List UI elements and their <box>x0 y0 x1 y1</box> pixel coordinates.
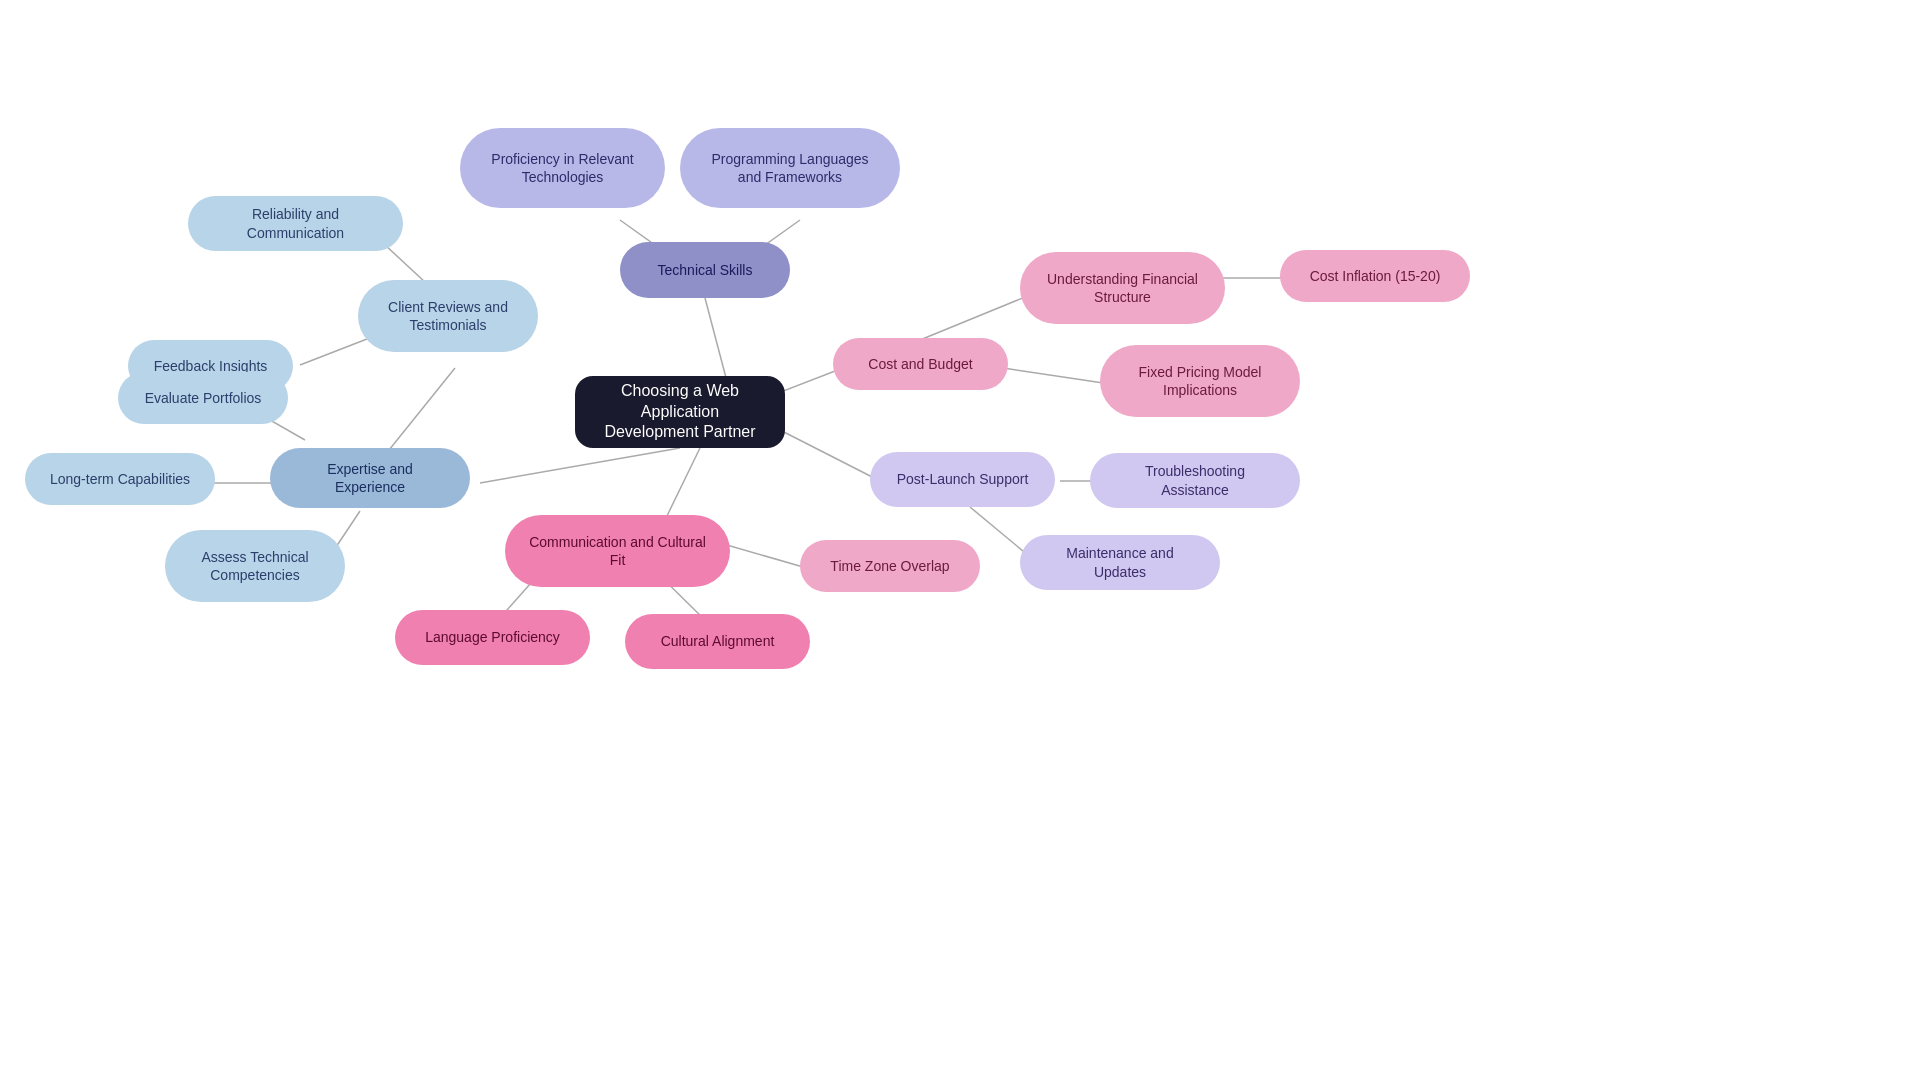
communication-cultural-node: Communication and Cultural Fit <box>505 515 730 587</box>
language-proficiency-node: Language Proficiency <box>395 610 590 665</box>
long-term-capabilities-node: Long-term Capabilities <box>25 453 215 505</box>
svg-line-4 <box>385 368 455 455</box>
client-reviews-node: Client Reviews and Testimonials <box>358 280 538 352</box>
post-launch-support-node: Post-Launch Support <box>870 452 1055 507</box>
svg-line-3 <box>480 448 680 483</box>
proficiency-tech-node: Proficiency in Relevant Technologies <box>460 128 665 208</box>
reliability-communication-node: Reliability and Communication <box>188 196 403 251</box>
expertise-experience-node: Expertise and Experience <box>270 448 470 508</box>
svg-line-10 <box>665 448 700 520</box>
fixed-pricing-node: Fixed Pricing Model Implications <box>1100 345 1300 417</box>
programming-languages-node: Programming Languages and Frameworks <box>680 128 900 208</box>
maintenance-updates-node: Maintenance and Updates <box>1020 535 1220 590</box>
evaluate-portfolios-node: Evaluate Portfolios <box>118 372 288 424</box>
center-node: Choosing a Web Application Development P… <box>575 376 785 448</box>
svg-line-18 <box>780 430 880 481</box>
svg-line-16 <box>990 366 1110 384</box>
time-zone-overlap-node: Time Zone Overlap <box>800 540 980 592</box>
svg-line-13 <box>720 543 810 569</box>
cultural-alignment-node: Cultural Alignment <box>625 614 810 669</box>
understanding-financial-node: Understanding Financial Structure <box>1020 252 1225 324</box>
troubleshooting-assistance-node: Troubleshooting Assistance <box>1090 453 1300 508</box>
svg-line-15 <box>920 295 1030 340</box>
technical-skills-node: Technical Skills <box>620 242 790 298</box>
cost-budget-node: Cost and Budget <box>833 338 1008 390</box>
assess-technical-node: Assess Technical Competencies <box>165 530 345 602</box>
cost-inflation-node: Cost Inflation (15-20) <box>1280 250 1470 302</box>
